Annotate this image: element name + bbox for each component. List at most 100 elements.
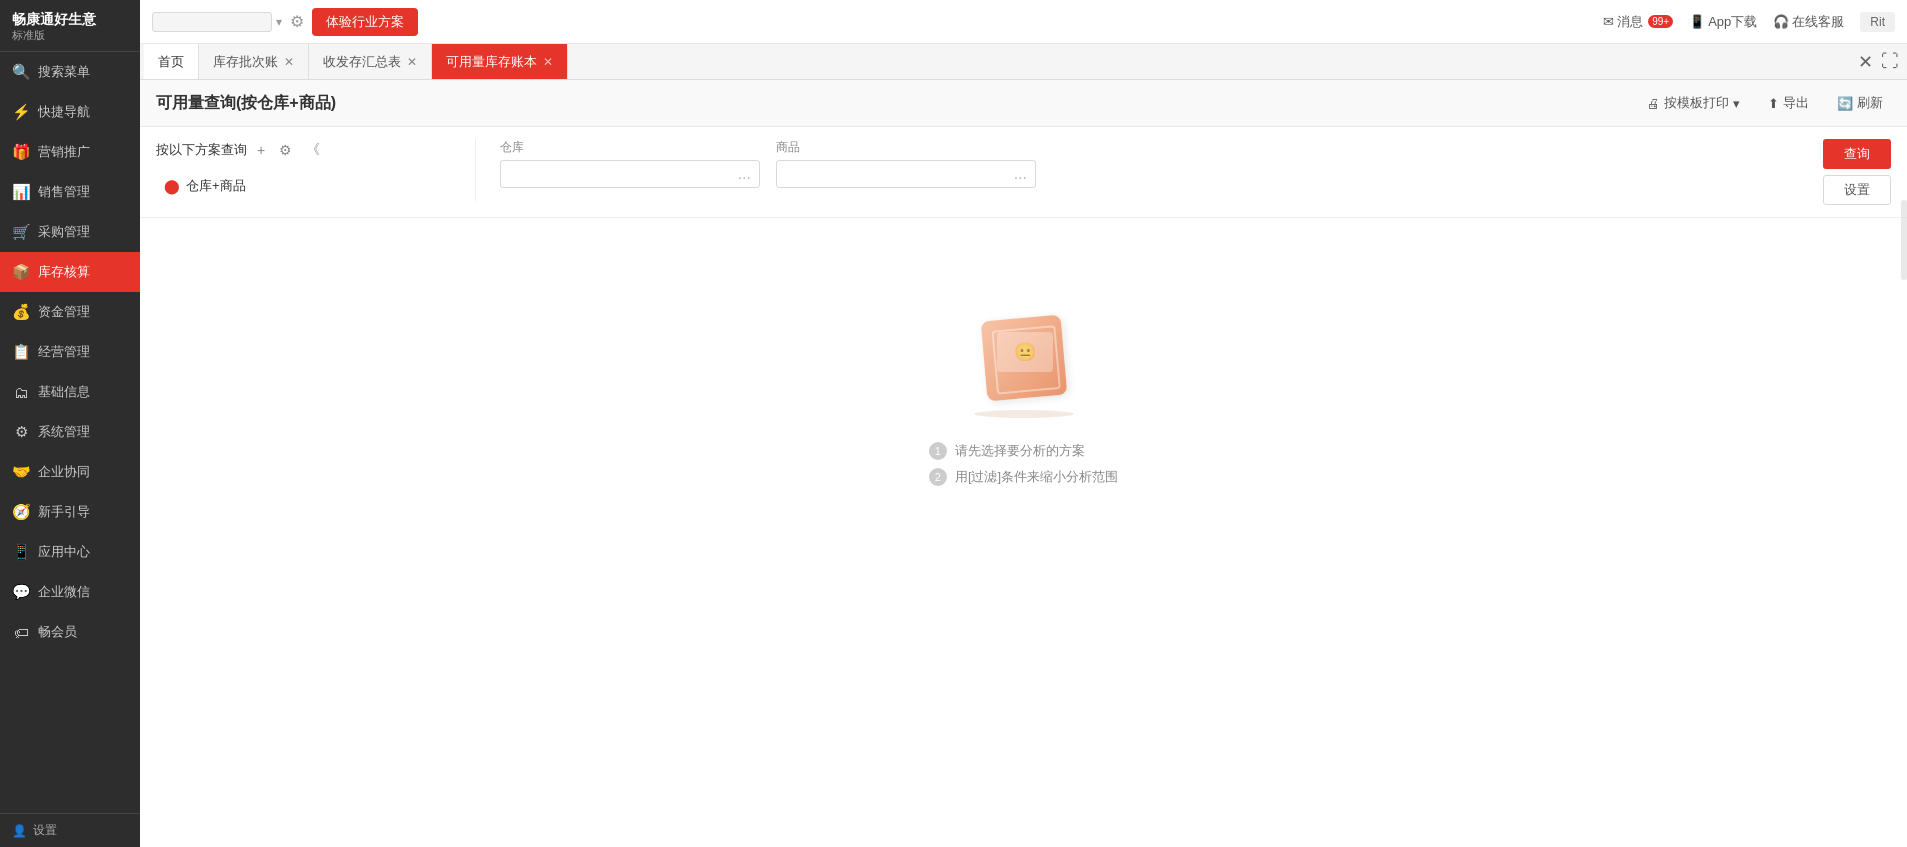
sidebar-item-cooperation[interactable]: 🤝 企业协同 bbox=[0, 452, 140, 492]
sidebar-label-purchase: 采购管理 bbox=[38, 223, 90, 241]
scheme-settings-button[interactable]: ⚙ bbox=[275, 140, 296, 160]
refresh-button[interactable]: 🔄 刷新 bbox=[1829, 90, 1891, 116]
right-scrollbar[interactable] bbox=[1901, 200, 1907, 280]
empty-shadow bbox=[974, 410, 1074, 418]
sidebar-label-system: 系统管理 bbox=[38, 423, 90, 441]
export-label: 导出 bbox=[1783, 94, 1809, 112]
sidebar-icon-inventory: 📦 bbox=[12, 263, 30, 281]
sidebar-item-shortcut[interactable]: ⚡ 快捷导航 bbox=[0, 92, 140, 132]
tip-2-num: 2 bbox=[929, 468, 947, 486]
tab-receipt-summary-label: 收发存汇总表 bbox=[323, 53, 401, 71]
sidebar-item-inventory[interactable]: 📦 库存核算 bbox=[0, 252, 140, 292]
sidebar-bottom-icon: 👤 bbox=[12, 824, 27, 838]
sidebar-item-marketing[interactable]: 🎁 营销推广 bbox=[0, 132, 140, 172]
tab-batch-account-label: 库存批次账 bbox=[213, 53, 278, 71]
sidebar-item-finance[interactable]: 💰 资金管理 bbox=[0, 292, 140, 332]
headset-icon: 🎧 bbox=[1773, 14, 1789, 29]
sidebar-nav: 🔍 搜索菜单 ⚡ 快捷导航 🎁 营销推广 📊 销售管理 🛒 采购管理 📦 库存核… bbox=[0, 52, 140, 813]
header-gear-icon[interactable]: ⚙ bbox=[290, 12, 304, 31]
online-service-button[interactable]: 🎧 在线客服 bbox=[1773, 13, 1844, 31]
sidebar-label-finance: 资金管理 bbox=[38, 303, 90, 321]
tab-available-ledger[interactable]: 可用量库存账本 ✕ bbox=[432, 44, 568, 79]
export-icon: ⬆ bbox=[1768, 96, 1779, 111]
scheme-item-warehouse-goods[interactable]: ⬤ 仓库+商品 bbox=[156, 171, 459, 201]
app-download-label: App下载 bbox=[1708, 13, 1757, 31]
tab-home[interactable]: 首页 bbox=[144, 44, 199, 79]
sidebar-item-basic[interactable]: 🗂 基础信息 bbox=[0, 372, 140, 412]
goods-more-icon[interactable]: ... bbox=[1014, 165, 1027, 183]
app-name: 畅康通好生意 bbox=[12, 10, 128, 28]
message-icon: ✉ bbox=[1603, 14, 1614, 29]
sidebar-item-vip[interactable]: 🏷 畅会员 bbox=[0, 612, 140, 652]
sidebar-icon-wechat: 💬 bbox=[12, 583, 30, 601]
settings-circle-icon: ⚙ bbox=[279, 142, 292, 158]
query-button[interactable]: 查询 bbox=[1823, 139, 1891, 169]
collapse-scheme-button[interactable]: 《 bbox=[302, 139, 324, 161]
sidebar-label-shortcut: 快捷导航 bbox=[38, 103, 90, 121]
goods-input-wrapper: ... bbox=[776, 160, 1036, 188]
message-label: 消息 bbox=[1617, 13, 1643, 31]
header-search-input[interactable] bbox=[152, 12, 272, 32]
header-search-area: ▾ bbox=[152, 12, 282, 32]
add-scheme-button[interactable]: + bbox=[253, 140, 269, 160]
warehouse-label: 仓库 bbox=[500, 139, 760, 156]
goods-input[interactable] bbox=[785, 167, 1006, 182]
sidebar-item-guide[interactable]: 🧭 新手引导 bbox=[0, 492, 140, 532]
page-title-bar: 可用量查询(按仓库+商品) 🖨 按模板打印 ▾ ⬆ 导出 🔄 刷新 bbox=[140, 80, 1907, 127]
sidebar-item-appstore[interactable]: 📱 应用中心 bbox=[0, 532, 140, 572]
sidebar-icon-shortcut: ⚡ bbox=[12, 103, 30, 121]
sidebar-item-operations[interactable]: 📋 经营管理 bbox=[0, 332, 140, 372]
sidebar-icon-sales: 📊 bbox=[12, 183, 30, 201]
export-button[interactable]: ⬆ 导出 bbox=[1760, 90, 1817, 116]
sidebar-label-marketing: 营销推广 bbox=[38, 143, 90, 161]
message-button[interactable]: ✉ 消息 99+ bbox=[1603, 13, 1673, 31]
settings-button[interactable]: 设置 bbox=[1823, 175, 1891, 205]
warehouse-input[interactable] bbox=[509, 167, 730, 182]
empty-tip-1: 1 请先选择要分析的方案 bbox=[929, 442, 1118, 460]
empty-state: 😐 1 请先选择要分析的方案 2 用[过滤]条件来缩小分析范围 bbox=[140, 218, 1907, 566]
app-download-button[interactable]: 📱 App下载 bbox=[1689, 13, 1757, 31]
sidebar-label-operations: 经营管理 bbox=[38, 343, 90, 361]
print-template-button[interactable]: 🖨 按模板打印 ▾ bbox=[1639, 90, 1748, 116]
tab-receipt-summary[interactable]: 收发存汇总表 ✕ bbox=[309, 44, 432, 79]
empty-tip-2: 2 用[过滤]条件来缩小分析范围 bbox=[929, 468, 1118, 486]
sidebar-item-system[interactable]: ⚙ 系统管理 bbox=[0, 412, 140, 452]
tab-receipt-summary-close[interactable]: ✕ bbox=[407, 55, 417, 69]
dropdown-icon[interactable]: ▾ bbox=[276, 15, 282, 29]
tab-available-ledger-close[interactable]: ✕ bbox=[543, 55, 553, 69]
trial-industry-button[interactable]: 体验行业方案 bbox=[312, 8, 418, 36]
print-dropdown-icon[interactable]: ▾ bbox=[1733, 96, 1740, 111]
sidebar-icon-vip: 🏷 bbox=[12, 624, 30, 641]
tab-batch-account-close[interactable]: ✕ bbox=[284, 55, 294, 69]
sidebar-icon-search: 🔍 bbox=[12, 63, 30, 81]
tab-available-ledger-label: 可用量库存账本 bbox=[446, 53, 537, 71]
sidebar-item-wechat[interactable]: 💬 企业微信 bbox=[0, 572, 140, 612]
refresh-label: 刷新 bbox=[1857, 94, 1883, 112]
sidebar-item-sales[interactable]: 📊 销售管理 bbox=[0, 172, 140, 212]
sidebar-icon-appstore: 📱 bbox=[12, 543, 30, 561]
header-right: ✉ 消息 99+ 📱 App下载 🎧 在线客服 Rit bbox=[1603, 12, 1895, 32]
sidebar-item-purchase[interactable]: 🛒 采购管理 bbox=[0, 212, 140, 252]
top-header: ▾ ⚙ 体验行业方案 ✉ 消息 99+ 📱 App下载 🎧 在线客服 Rit bbox=[140, 0, 1907, 44]
sidebar-label-inventory: 库存核算 bbox=[38, 263, 90, 281]
scheme-label: 按以下方案查询 bbox=[156, 141, 247, 159]
user-name: Rit bbox=[1870, 15, 1885, 29]
warehouse-more-icon[interactable]: ... bbox=[738, 165, 751, 183]
tip-1-num: 1 bbox=[929, 442, 947, 460]
tip-1-text: 请先选择要分析的方案 bbox=[955, 442, 1085, 460]
user-avatar[interactable]: Rit bbox=[1860, 12, 1895, 32]
tabs-close-button[interactable]: ✕ bbox=[1858, 51, 1873, 73]
sidebar-icon-finance: 💰 bbox=[12, 303, 30, 321]
app-logo: 畅康通好生意 标准版 bbox=[0, 0, 140, 52]
tab-home-label: 首页 bbox=[158, 53, 184, 71]
tip-2-text: 用[过滤]条件来缩小分析范围 bbox=[955, 468, 1118, 486]
tabs-maximize-button[interactable]: ⛶ bbox=[1881, 51, 1899, 72]
phone-icon: 📱 bbox=[1689, 14, 1705, 29]
sidebar-item-search[interactable]: 🔍 搜索菜单 bbox=[0, 52, 140, 92]
tabs-right-actions: ✕ ⛶ bbox=[1858, 44, 1907, 79]
tabs-bar: 首页 库存批次账 ✕ 收发存汇总表 ✕ 可用量库存账本 ✕ ✕ ⛶ bbox=[140, 44, 1907, 80]
scheme-dot-icon: ⬤ bbox=[164, 178, 180, 194]
tab-batch-account[interactable]: 库存批次账 ✕ bbox=[199, 44, 309, 79]
scheme-header: 按以下方案查询 + ⚙ 《 bbox=[156, 139, 459, 161]
title-actions: 🖨 按模板打印 ▾ ⬆ 导出 🔄 刷新 bbox=[1639, 90, 1891, 116]
